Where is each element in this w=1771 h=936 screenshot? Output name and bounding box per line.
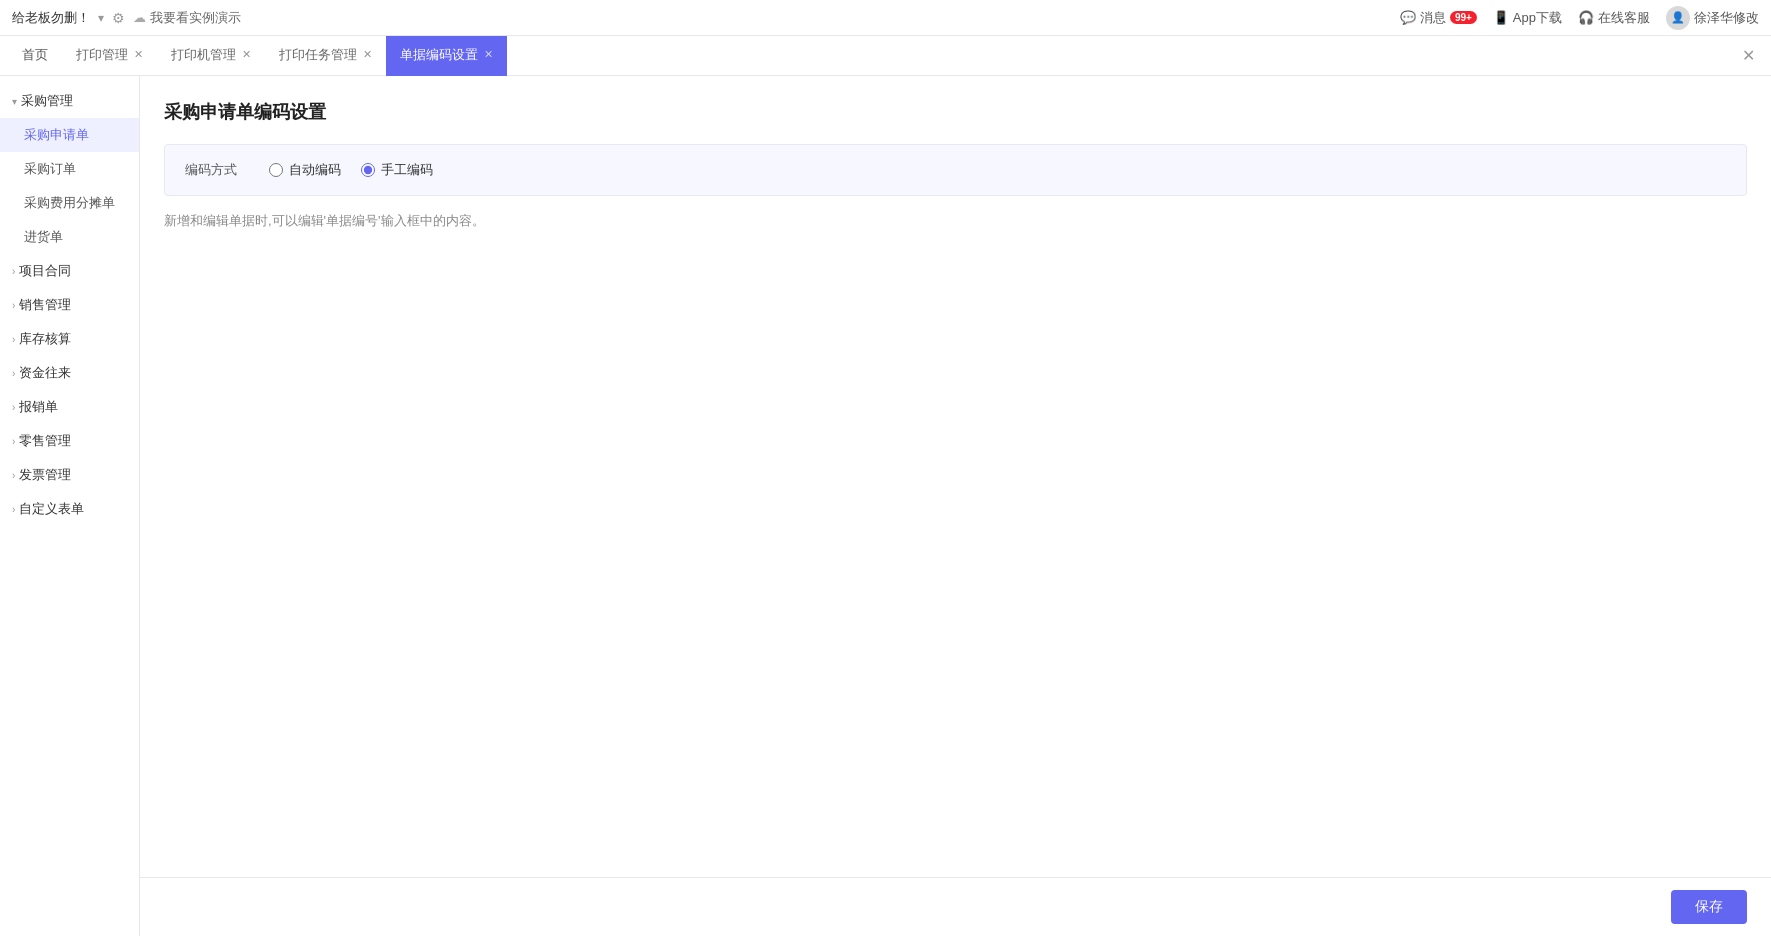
- demo-text: 我要看实例演示: [150, 9, 241, 27]
- online-service-button[interactable]: 🎧 在线客服: [1578, 9, 1650, 27]
- message-badge: 99+: [1450, 11, 1477, 24]
- sidebar-item-stock-in[interactable]: 进货单: [0, 220, 139, 254]
- content-footer: 保存: [140, 877, 1771, 936]
- dropdown-arrow-icon[interactable]: ▾: [98, 11, 104, 25]
- hint-text: 新增和编辑单据时,可以编辑'单据编号'输入框中的内容。: [164, 212, 1747, 230]
- tab-printer-mgmt-label: 打印机管理: [171, 46, 236, 64]
- radio-manual-code-input[interactable]: [361, 163, 375, 177]
- sidebar-group-purchase-mgmt[interactable]: ▾ 采购管理: [0, 84, 139, 118]
- sidebar-group-retail-mgmt-label: 零售管理: [19, 432, 71, 450]
- content-area: 采购申请单编码设置 编码方式 自动编码 手工编码: [140, 76, 1771, 936]
- sidebar-group-capital-label: 资金往来: [19, 364, 71, 382]
- sidebar-group-purchase-mgmt-label: 采购管理: [21, 92, 73, 110]
- sidebar-group-custom-forms-label: 自定义表单: [19, 500, 84, 518]
- sidebar-group-returns-label: 报销单: [19, 398, 58, 416]
- demo-link[interactable]: ☁ 我要看实例演示: [133, 9, 241, 27]
- user-menu[interactable]: 👤 徐泽华修改: [1666, 6, 1759, 30]
- sidebar-group-retail-mgmt[interactable]: › 零售管理: [0, 424, 139, 458]
- message-button[interactable]: 💬 消息 99+: [1400, 9, 1477, 27]
- radio-auto-code-input[interactable]: [269, 163, 283, 177]
- coding-method-label: 编码方式: [185, 161, 237, 179]
- tab-print-mgmt[interactable]: 打印管理 ✕: [62, 36, 157, 76]
- settings-row: 编码方式 自动编码 手工编码: [185, 161, 1726, 179]
- sidebar: ▾ 采购管理 采购申请单 采购订单 采购费用分摊单 进货单 › 项目合同 › 销…: [0, 76, 140, 936]
- main-layout: ▾ 采购管理 采购申请单 采购订单 采购费用分摊单 进货单 › 项目合同 › 销…: [0, 76, 1771, 936]
- tab-home-label: 首页: [22, 46, 48, 64]
- gear-icon[interactable]: ⚙: [112, 10, 125, 26]
- sidebar-group-returns[interactable]: › 报销单: [0, 390, 139, 424]
- avatar: 👤: [1666, 6, 1690, 30]
- radio-auto-code[interactable]: 自动编码: [269, 161, 341, 179]
- top-bar-title: 给老板勿删！: [12, 9, 90, 27]
- chevron-right-icon-2: ›: [12, 300, 15, 311]
- cloud-icon: ☁: [133, 10, 146, 25]
- tab-barcode-settings-close[interactable]: ✕: [484, 48, 493, 61]
- tab-printer-mgmt[interactable]: 打印机管理 ✕: [157, 36, 265, 76]
- headset-icon: 🎧: [1578, 10, 1594, 25]
- tab-print-mgmt-label: 打印管理: [76, 46, 128, 64]
- chevron-right-icon-4: ›: [12, 368, 15, 379]
- radio-auto-code-label: 自动编码: [289, 161, 341, 179]
- tab-print-task-mgmt-label: 打印任务管理: [279, 46, 357, 64]
- tab-bar-close-all[interactable]: ✕: [1734, 46, 1763, 65]
- chevron-right-icon-7: ›: [12, 470, 15, 481]
- sidebar-group-invoice-mgmt[interactable]: › 发票管理: [0, 458, 139, 492]
- tab-print-mgmt-close[interactable]: ✕: [134, 48, 143, 61]
- online-service-label: 在线客服: [1598, 9, 1650, 27]
- sidebar-item-purchase-request-label: 采购申请单: [24, 127, 89, 142]
- chevron-right-icon-8: ›: [12, 504, 15, 515]
- top-bar: 给老板勿删！ ▾ ⚙ ☁ 我要看实例演示 💬 消息 99+ 📱 App下载 🎧 …: [0, 0, 1771, 36]
- sidebar-group-inventory[interactable]: › 库存核算: [0, 322, 139, 356]
- chevron-right-icon-6: ›: [12, 436, 15, 447]
- sidebar-group-invoice-mgmt-label: 发票管理: [19, 466, 71, 484]
- chevron-down-icon: ▾: [12, 96, 17, 107]
- message-label: 消息: [1420, 9, 1446, 27]
- sidebar-item-stock-in-label: 进货单: [24, 229, 63, 244]
- sidebar-group-sales-mgmt[interactable]: › 销售管理: [0, 288, 139, 322]
- sidebar-item-purchase-request[interactable]: 采购申请单: [0, 118, 139, 152]
- sidebar-item-purchase-order[interactable]: 采购订单: [0, 152, 139, 186]
- sidebar-group-inventory-label: 库存核算: [19, 330, 71, 348]
- top-bar-left: 给老板勿删！ ▾ ⚙ ☁ 我要看实例演示: [12, 9, 241, 27]
- user-name: 徐泽华修改: [1694, 9, 1759, 27]
- save-button[interactable]: 保存: [1671, 890, 1747, 924]
- sidebar-item-purchase-expense[interactable]: 采购费用分摊单: [0, 186, 139, 220]
- tab-barcode-settings[interactable]: 单据编码设置 ✕: [386, 36, 507, 76]
- settings-panel: 编码方式 自动编码 手工编码: [164, 144, 1747, 196]
- sidebar-group-capital[interactable]: › 资金往来: [0, 356, 139, 390]
- sidebar-group-project-contract-label: 项目合同: [19, 262, 71, 280]
- tab-printer-mgmt-close[interactable]: ✕: [242, 48, 251, 61]
- tab-bar: 首页 打印管理 ✕ 打印机管理 ✕ 打印任务管理 ✕ 单据编码设置 ✕ ✕: [0, 36, 1771, 76]
- tab-print-task-mgmt-close[interactable]: ✕: [363, 48, 372, 61]
- app-download-button[interactable]: 📱 App下载: [1493, 9, 1562, 27]
- message-icon: 💬: [1400, 10, 1416, 25]
- app-download-label: App下载: [1513, 9, 1562, 27]
- sidebar-item-purchase-order-label: 采购订单: [24, 161, 76, 176]
- top-bar-right: 💬 消息 99+ 📱 App下载 🎧 在线客服 👤 徐泽华修改: [1400, 6, 1759, 30]
- radio-manual-code-label: 手工编码: [381, 161, 433, 179]
- sidebar-item-purchase-expense-label: 采购费用分摊单: [24, 195, 115, 210]
- chevron-right-icon-5: ›: [12, 402, 15, 413]
- sidebar-group-project-contract[interactable]: › 项目合同: [0, 254, 139, 288]
- sidebar-group-custom-forms[interactable]: › 自定义表单: [0, 492, 139, 526]
- sidebar-group-sales-mgmt-label: 销售管理: [19, 296, 71, 314]
- tab-barcode-settings-label: 单据编码设置: [400, 46, 478, 64]
- chevron-right-icon: ›: [12, 266, 15, 277]
- chevron-right-icon-3: ›: [12, 334, 15, 345]
- page-title: 采购申请单编码设置: [164, 100, 1747, 124]
- tab-print-task-mgmt[interactable]: 打印任务管理 ✕: [265, 36, 386, 76]
- content-body: 采购申请单编码设置 编码方式 自动编码 手工编码: [140, 76, 1771, 877]
- download-icon: 📱: [1493, 10, 1509, 25]
- radio-manual-code[interactable]: 手工编码: [361, 161, 433, 179]
- tab-home[interactable]: 首页: [8, 36, 62, 76]
- radio-group-coding-method: 自动编码 手工编码: [269, 161, 433, 179]
